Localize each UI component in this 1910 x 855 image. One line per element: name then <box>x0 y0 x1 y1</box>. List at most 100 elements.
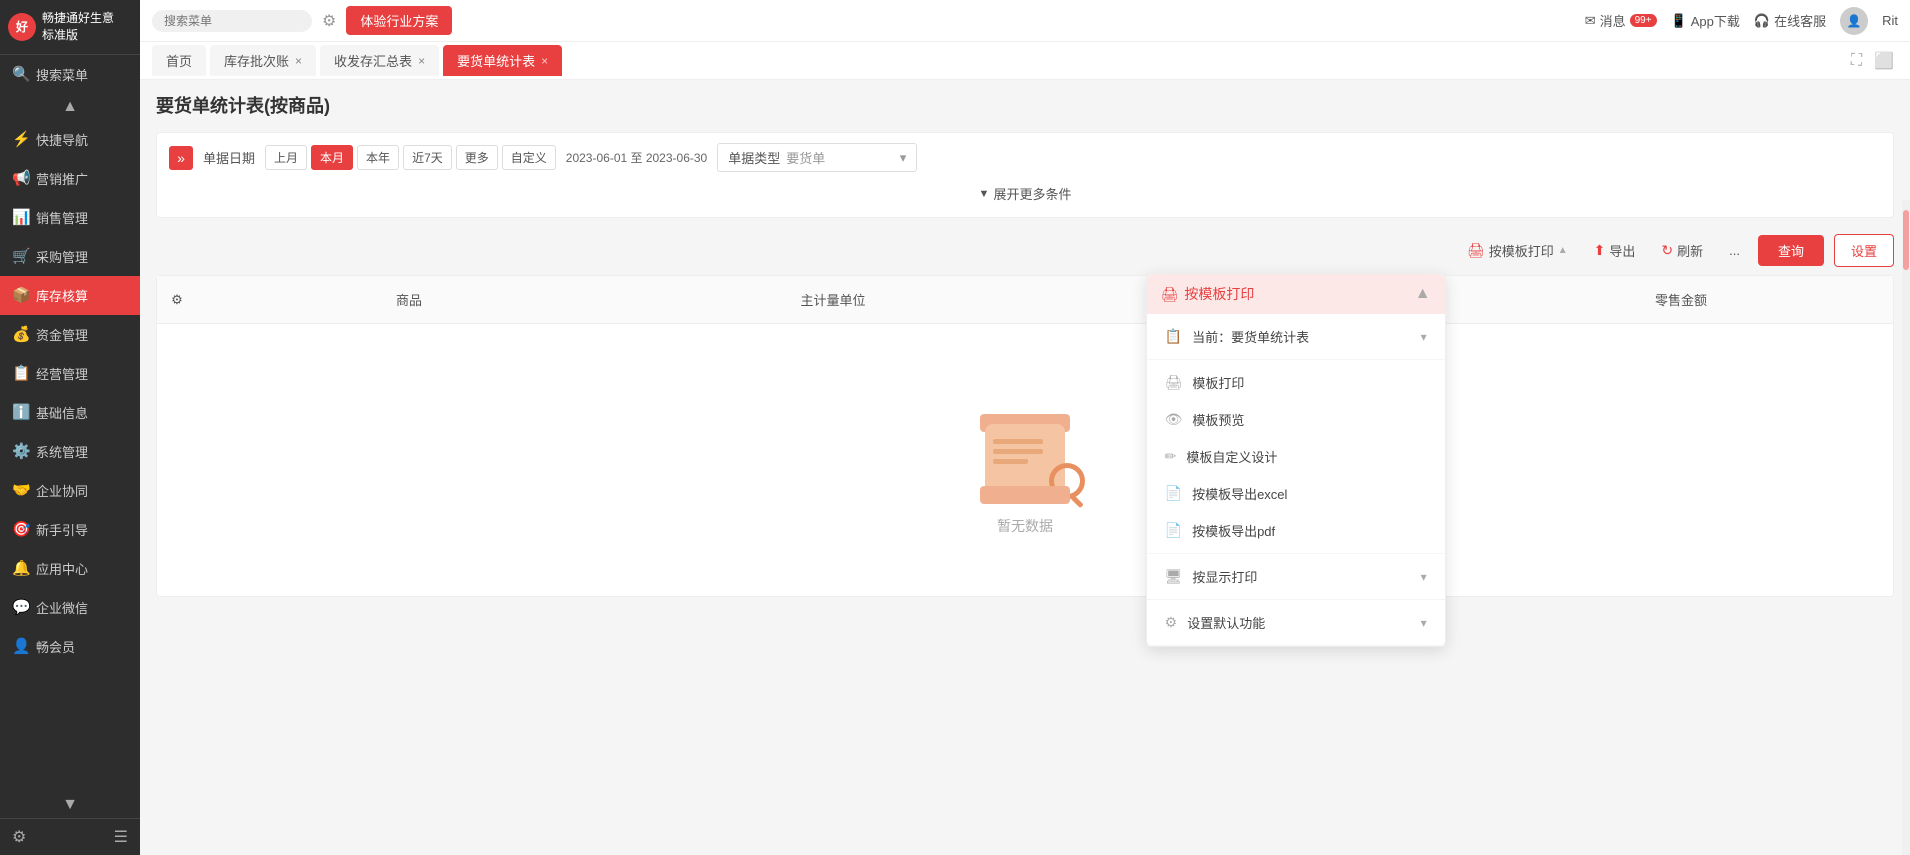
newbie-icon: 🎯 <box>12 520 30 538</box>
date-label: 单据日期 <box>203 148 255 167</box>
sidebar-item-basic[interactable]: ℹ️基础信息 <box>0 393 140 432</box>
sidebar-footer: ⚙ ☰ <box>0 818 140 855</box>
logo-icon: 好 <box>8 13 36 41</box>
collab-icon: 🤝 <box>12 481 30 499</box>
date-btn-last-7days[interactable]: 近7天 <box>403 145 452 170</box>
basic-icon: ℹ️ <box>12 403 30 421</box>
finance-icon: 💰 <box>12 325 30 343</box>
operation-icon: 📋 <box>12 364 30 382</box>
default-func-item[interactable]: ⚙ 设置默认功能 ▾ <box>1147 604 1445 641</box>
sales-icon: 📊 <box>12 208 30 226</box>
export-btn[interactable]: ⬆ 导出 <box>1586 237 1644 264</box>
export-pdf-item[interactable]: 📄 按模板导出pdf <box>1147 512 1445 549</box>
tab-inventory-batch[interactable]: 库存批次账 × <box>210 45 316 76</box>
sidebar-item-collab[interactable]: 🤝 企业协同 <box>0 471 140 510</box>
date-btn-more[interactable]: 更多 <box>456 145 498 170</box>
message-btn[interactable]: ✉ 消息 99+ <box>1585 11 1657 30</box>
refresh-btn[interactable]: ↻ 刷新 <box>1653 237 1711 264</box>
system-icon: ⚙️ <box>12 442 30 460</box>
menu-footer-icon[interactable]: ☰ <box>114 827 128 847</box>
more-btn[interactable]: ... <box>1721 239 1748 262</box>
empty-text: 暂无数据 <box>997 516 1053 536</box>
app-download-btn[interactable]: 📱 App下载 <box>1671 11 1740 30</box>
inventory-icon: 📦 <box>12 286 30 304</box>
print-dropdown-header: 🖨 按模板打印 ▲ <box>1147 274 1445 314</box>
window-maximize-icon[interactable]: ⬜ <box>1870 51 1898 71</box>
preview-template-item[interactable]: 👁 模板预览 <box>1147 401 1445 438</box>
type-value: 要货单 <box>786 148 893 167</box>
type-select[interactable]: 单据类型 要货单 ▾ <box>717 143 917 172</box>
tab-home[interactable]: 首页 <box>152 45 206 76</box>
sidebar-item-appstore[interactable]: 🔔应用中心 <box>0 549 140 588</box>
tab-order-stats-close[interactable]: × <box>541 54 548 68</box>
avatar[interactable]: 👤 <box>1840 7 1868 35</box>
main-area: ⚙ 体验行业方案 ✉ 消息 99+ 📱 App下载 🎧 在线客服 👤 Rit 首… <box>140 0 1910 855</box>
current-template-item[interactable]: 📋 当前：要货单统计表 ▾ <box>1147 318 1445 355</box>
settings-btn[interactable]: 设置 <box>1834 234 1894 267</box>
query-btn[interactable]: 查询 <box>1758 235 1824 266</box>
date-btn-custom[interactable]: 自定义 <box>502 145 556 170</box>
tab-collect-summary[interactable]: 收发存汇总表 × <box>320 45 439 76</box>
print-template-btn[interactable]: 🖨 按模板打印 ▲ <box>1459 237 1576 264</box>
industry-btn[interactable]: 体验行业方案 <box>346 6 452 35</box>
expand-btn[interactable]: ▼ 展开更多条件 <box>967 180 1084 207</box>
expand-chevron-icon: ▼ <box>979 188 990 200</box>
wechat-icon: 💬 <box>12 598 30 616</box>
settings-footer-icon[interactable]: ⚙ <box>12 827 26 847</box>
tab-inventory-batch-label: 库存批次账 <box>224 51 289 70</box>
tab-order-stats[interactable]: 要货单统计表 × <box>443 45 562 76</box>
sidebar-item-inventory[interactable]: 📦库存核算 <box>0 276 140 315</box>
date-range: 2023-06-01 至 2023-06-30 <box>566 149 707 166</box>
print-template-item[interactable]: 🖨 模板打印 <box>1147 364 1445 401</box>
print-title-text: 按模板打印 <box>1184 284 1254 304</box>
pdf-icon: 📄 <box>1165 522 1182 539</box>
display-print-arrow-icon: ▾ <box>1421 570 1427 584</box>
sidebar-item-member[interactable]: 👤畅会员 <box>0 627 140 666</box>
print-chevron-up-icon: ▲ <box>1558 245 1568 256</box>
date-btn-last-month[interactable]: 上月 <box>265 145 307 170</box>
current-arrow-icon: ▾ <box>1421 330 1427 344</box>
gear-icon[interactable]: ⚙ <box>322 11 336 31</box>
scrollbar[interactable] <box>1902 200 1910 855</box>
print-dropdown-title: 🖨 按模板打印 <box>1161 284 1255 304</box>
sidebar-item-sales[interactable]: 📊 销售管理 <box>0 198 140 237</box>
sidebar-item-wechat[interactable]: 💬企业微信 <box>0 588 140 627</box>
sidebar-label-collab: 企业协同 <box>36 481 88 500</box>
display-print-section: 🖥 按显示打印 ▾ <box>1147 554 1445 600</box>
window-restore-icon[interactable]: ⛶ <box>1847 52 1866 70</box>
current-template-section: 📋 当前：要货单统计表 ▾ <box>1147 314 1445 360</box>
custom-design-item[interactable]: ✏ 模板自定义设计 <box>1147 438 1445 475</box>
sidebar-label-appstore: 应用中心 <box>36 559 88 578</box>
sidebar-search[interactable]: 🔍 搜索菜单 <box>0 55 140 94</box>
filter-row-1: » 单据日期 上月 本月 本年 近7天 更多 自定义 2023-06-01 至 … <box>169 143 1881 172</box>
sidebar-label-operation: 经营管理 <box>36 364 88 383</box>
search-input[interactable] <box>152 10 312 32</box>
template-icon: 📋 <box>1165 328 1182 345</box>
display-print-item[interactable]: 🖥 按显示打印 ▾ <box>1147 558 1445 595</box>
sidebar-label-sales: 销售管理 <box>36 208 88 227</box>
sidebar-item-system[interactable]: ⚙️系统管理 <box>0 432 140 471</box>
sidebar-item-quick-nav[interactable]: ⚡快捷导航 <box>0 120 140 159</box>
filter-expand-icon[interactable]: » <box>169 146 193 170</box>
date-btn-this-month[interactable]: 本月 <box>311 145 353 170</box>
sidebar-item-purchase[interactable]: 🛒采购管理 <box>0 237 140 276</box>
sidebar-item-finance[interactable]: 💰资金管理 <box>0 315 140 354</box>
sidebar-scroll-up[interactable]: ▲ <box>0 94 140 120</box>
date-btn-this-year[interactable]: 本年 <box>357 145 399 170</box>
sidebar-item-marketing[interactable]: 📢营销推广 <box>0 159 140 198</box>
sidebar-item-newbie[interactable]: 🎯新手引导 <box>0 510 140 549</box>
tab-collect-summary-close[interactable]: × <box>418 54 425 68</box>
export-excel-item[interactable]: 📄 按模板导出excel <box>1147 475 1445 512</box>
tab-inventory-batch-close[interactable]: × <box>295 54 302 68</box>
online-service-btn[interactable]: 🎧 在线客服 <box>1754 11 1826 30</box>
refresh-label: 刷新 <box>1677 241 1703 260</box>
print-icon: 🖨 <box>1467 242 1485 259</box>
table-header: ⚙ 商品 主计量单位 主数量 零售金额 <box>157 276 1893 324</box>
col-settings[interactable]: ⚙ <box>157 286 197 314</box>
toolbar-row: 🖨 按模板打印 ▲ 🖨 按模板打印 ▲ 📋 <box>156 228 1894 275</box>
col-retail-amount: 零售金额 <box>1469 284 1893 315</box>
table-container: ⚙ 商品 主计量单位 主数量 零售金额 暂无数 <box>156 275 1894 597</box>
sidebar-item-operation[interactable]: 📋 经营管理 <box>0 354 140 393</box>
sidebar-scroll-down[interactable]: ▼ <box>0 792 140 818</box>
print-dropdown-close[interactable]: ▲ <box>1415 285 1431 303</box>
